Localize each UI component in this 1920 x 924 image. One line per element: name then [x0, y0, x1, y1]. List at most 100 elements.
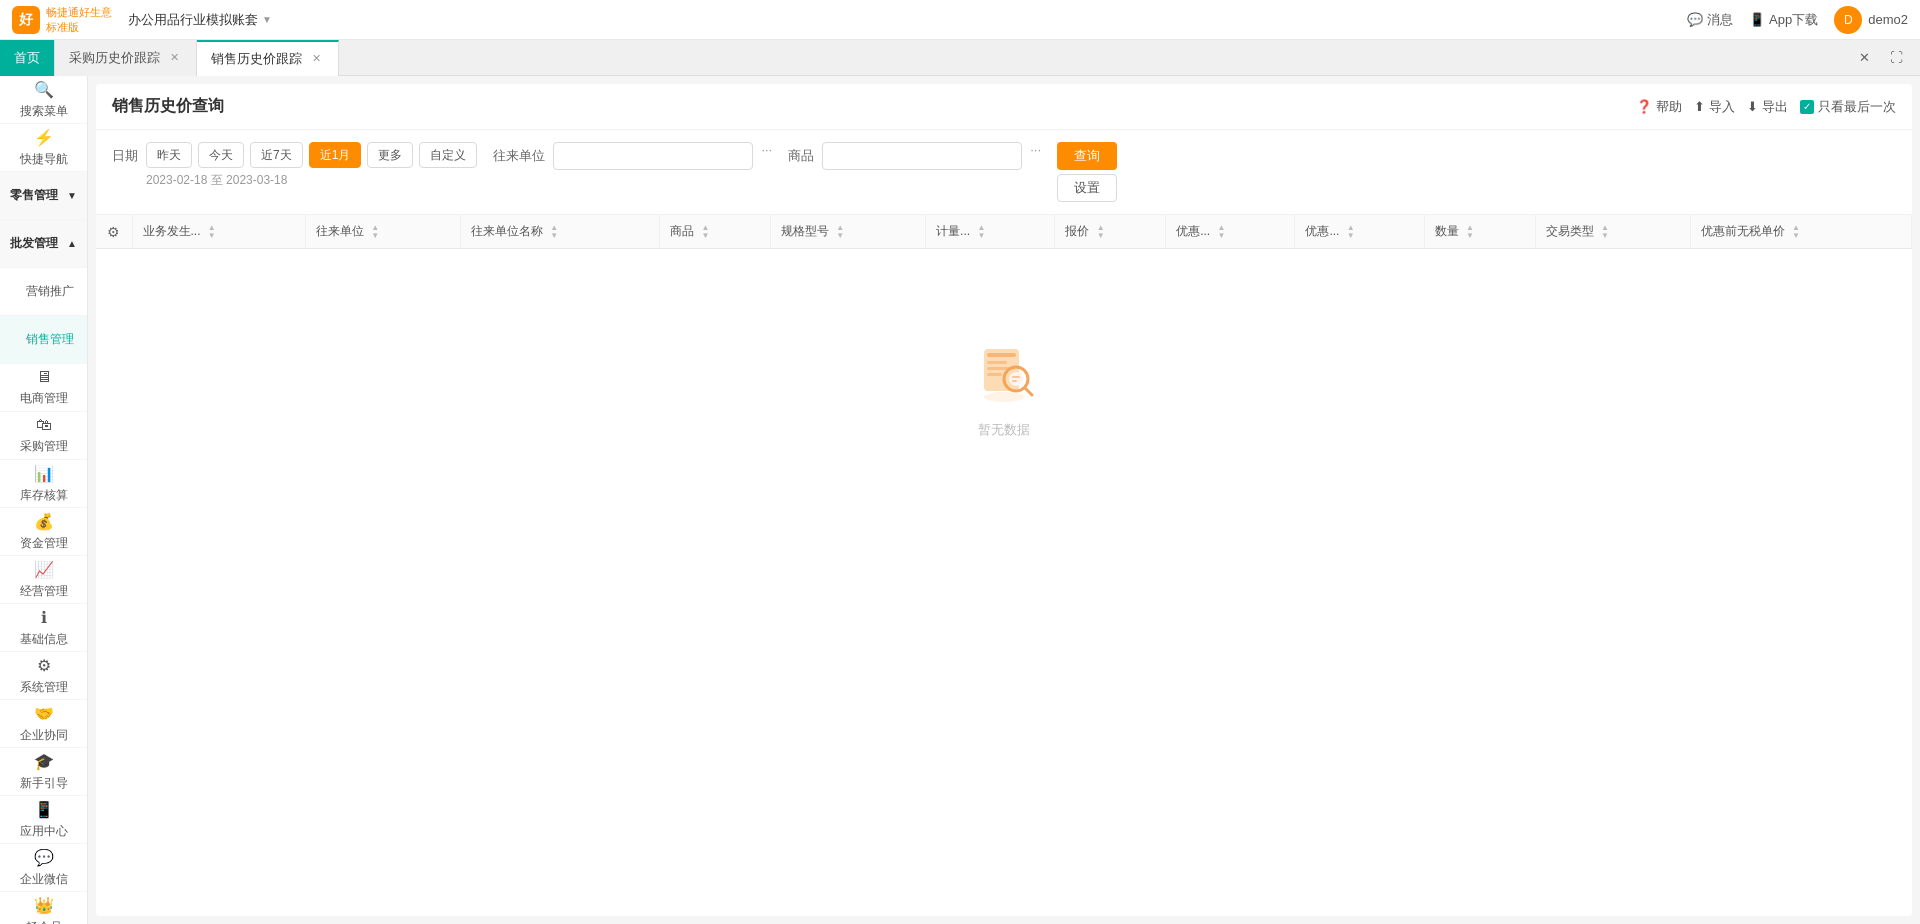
th-spec[interactable]: 规格型号 ▲▼	[771, 215, 926, 249]
checkbox-checked-icon: ✓	[1800, 100, 1814, 114]
app-center-icon: 📱	[34, 800, 54, 819]
ecom-label: 电商管理	[20, 390, 68, 407]
sidebar-item-ops[interactable]: 📈 经营管理	[0, 556, 87, 604]
sidebar-item-sales-mgmt[interactable]: 销售管理	[0, 316, 87, 364]
enterprise-wechat-label: 企业微信	[20, 871, 68, 888]
partner-filter-group: 往来单位 ···	[493, 142, 772, 170]
ops-icon: 📈	[34, 560, 54, 579]
date-1month-btn[interactable]: 近1月	[309, 142, 362, 168]
query-btn[interactable]: 查询	[1057, 142, 1117, 170]
filter-area: 日期 昨天 今天 近7天 近1月 更多 自定义 2023-02-18 至 202…	[96, 130, 1912, 215]
sidebar-item-purchase[interactable]: 🛍 采购管理	[0, 412, 87, 460]
ops-label: 经营管理	[20, 583, 68, 600]
date-filter-label: 日期	[112, 142, 138, 170]
purchase-label: 采购管理	[20, 438, 68, 455]
date-btn-row: 昨天 今天 近7天 近1月 更多 自定义	[146, 142, 477, 168]
vip-label: 畅会员	[26, 919, 62, 925]
basic-info-label: 基础信息	[20, 631, 68, 648]
page-header-actions: ❓ 帮助 ⬆ 导入 ⬇ 导出 ✓ 只看最后一次	[1636, 98, 1896, 128]
product-input[interactable]	[822, 142, 1022, 170]
date-filter-options: 昨天 今天 近7天 近1月 更多 自定义 2023-02-18 至 2023-0…	[146, 142, 477, 189]
th-biz-date[interactable]: 业务发生... ▲▼	[132, 215, 305, 249]
new-guide-label: 新手引导	[20, 775, 68, 792]
th-discount2[interactable]: 优惠... ▲▼	[1295, 215, 1424, 249]
logo-text: 畅捷通好生意 标准版	[46, 5, 112, 34]
sidebar-section-wholesale[interactable]: 批发管理 ▲	[0, 220, 87, 268]
th-product[interactable]: 商品 ▲▼	[660, 215, 771, 249]
close-all-tabs-btn[interactable]: ✕	[1852, 46, 1876, 70]
setting-btn[interactable]: 设置	[1057, 174, 1117, 202]
sidebar: 🔍 搜索菜单 ⚡ 快捷导航 零售管理 ▼ 批发管理 ▲ 营销推广 销售管理 🖥 …	[0, 76, 88, 924]
sidebar-item-enterprise-wechat[interactable]: 💬 企业微信	[0, 844, 87, 892]
expand-tab-btn[interactable]: ⛶	[1884, 46, 1908, 70]
retail-expand-icon: ▼	[67, 190, 77, 201]
export-icon: ⬇	[1747, 99, 1758, 114]
date-custom-btn[interactable]: 自定义	[419, 142, 477, 168]
th-trade-type[interactable]: 交易类型 ▲▼	[1535, 215, 1690, 249]
th-quoted-price[interactable]: 报价 ▲▼	[1055, 215, 1166, 249]
import-btn[interactable]: ⬆ 导入	[1694, 98, 1735, 116]
product-dots-btn[interactable]: ···	[1030, 142, 1041, 157]
help-btn[interactable]: ❓ 帮助	[1636, 98, 1682, 116]
sidebar-item-inventory[interactable]: 📊 库存核算	[0, 460, 87, 508]
th-pre-tax-price[interactable]: 优惠前无税单价 ▲▼	[1690, 215, 1911, 249]
avatar: D	[1834, 6, 1862, 34]
sidebar-section-retail[interactable]: 零售管理 ▼	[0, 172, 87, 220]
page-header: 销售历史价查询 ❓ 帮助 ⬆ 导入 ⬇ 导出 ✓	[96, 84, 1912, 130]
sidebar-item-search-menu[interactable]: 🔍 搜索菜单	[0, 76, 87, 124]
sidebar-item-system[interactable]: ⚙ 系统管理	[0, 652, 87, 700]
date-yesterday-btn[interactable]: 昨天	[146, 142, 192, 168]
basic-info-icon: ℹ	[41, 608, 47, 627]
system-label: 系统管理	[20, 679, 68, 696]
sidebar-item-app-center[interactable]: 📱 应用中心	[0, 796, 87, 844]
app-download-btn[interactable]: 📱 App下载	[1749, 11, 1818, 29]
vip-icon: 👑	[34, 896, 54, 915]
date-today-btn[interactable]: 今天	[198, 142, 244, 168]
sidebar-item-marketing[interactable]: 营销推广	[0, 268, 87, 316]
sidebar-item-quick-nav[interactable]: ⚡ 快捷导航	[0, 124, 87, 172]
sidebar-item-basic-info[interactable]: ℹ 基础信息	[0, 604, 87, 652]
sort-spec-icon: ▲▼	[836, 224, 844, 240]
partner-dots-btn[interactable]: ···	[761, 142, 772, 157]
date-filter-group: 日期 昨天 今天 近7天 近1月 更多 自定义 2023-02-18 至 202…	[112, 142, 477, 189]
tab-purchase-history[interactable]: 采购历史价跟踪 ✕	[55, 40, 197, 76]
date-more-btn[interactable]: 更多	[367, 142, 413, 168]
sidebar-item-enterprise-collab[interactable]: 🤝 企业协同	[0, 700, 87, 748]
svg-rect-5	[987, 373, 1002, 376]
svg-point-7	[1009, 372, 1023, 386]
inventory-icon: 📊	[34, 464, 54, 483]
sidebar-item-vip[interactable]: 👑 畅会员	[0, 892, 87, 924]
download-icon: 📱	[1749, 12, 1765, 27]
user-area[interactable]: D demo2	[1834, 6, 1908, 34]
svg-rect-2	[987, 353, 1016, 357]
partner-label: 往来单位	[493, 142, 545, 170]
th-partner-name[interactable]: 往来单位名称 ▲▼	[460, 215, 659, 249]
partner-input[interactable]	[553, 142, 753, 170]
product-label: 商品	[788, 142, 814, 170]
sidebar-item-ecom[interactable]: 🖥 电商管理	[0, 364, 87, 412]
sort-unit-icon: ▲▼	[977, 224, 985, 240]
new-guide-icon: 🎓	[34, 752, 54, 771]
finance-label: 资金管理	[20, 535, 68, 552]
date-7days-btn[interactable]: 近7天	[250, 142, 303, 168]
table-settings-icon[interactable]: ⚙	[107, 224, 120, 240]
app-selector[interactable]: 办公用品行业模拟账套 ▼	[120, 7, 280, 33]
sidebar-item-finance[interactable]: 💰 资金管理	[0, 508, 87, 556]
only-last-checkbox[interactable]: ✓ 只看最后一次	[1800, 98, 1896, 116]
tab-home[interactable]: 首页	[0, 40, 55, 76]
th-quantity[interactable]: 数量 ▲▼	[1424, 215, 1535, 249]
message-btn[interactable]: 💬 消息	[1687, 11, 1733, 29]
close-sales-tab-icon[interactable]: ✕	[308, 51, 324, 67]
svg-line-8	[1025, 388, 1032, 395]
th-settings[interactable]: ⚙	[96, 215, 132, 249]
th-unit[interactable]: 计量... ▲▼	[926, 215, 1055, 249]
th-partner-code[interactable]: 往来单位 ▲▼	[305, 215, 460, 249]
sidebar-item-new-guide[interactable]: 🎓 新手引导	[0, 748, 87, 796]
help-icon: ❓	[1636, 99, 1652, 114]
close-purchase-tab-icon[interactable]: ✕	[166, 50, 182, 66]
main-layout: 🔍 搜索菜单 ⚡ 快捷导航 零售管理 ▼ 批发管理 ▲ 营销推广 销售管理 🖥 …	[0, 76, 1920, 924]
tab-sales-history[interactable]: 销售历史价跟踪 ✕	[197, 40, 339, 76]
th-discount1[interactable]: 优惠... ▲▼	[1166, 215, 1295, 249]
export-btn[interactable]: ⬇ 导出	[1747, 98, 1788, 116]
sort-quoted-price-icon: ▲▼	[1097, 224, 1105, 240]
